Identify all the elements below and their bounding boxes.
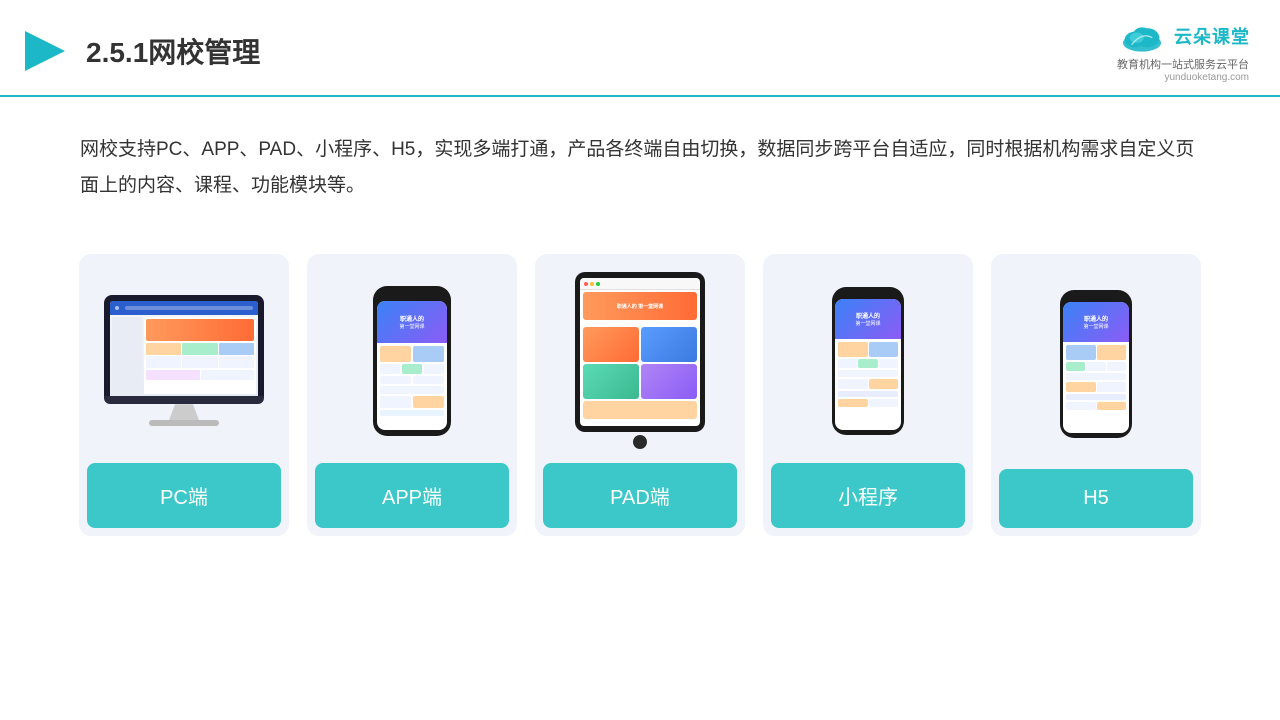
cloud-icon — [1116, 18, 1168, 54]
card-h5-label: H5 — [999, 469, 1193, 528]
card-pc: PC端 — [79, 254, 289, 536]
header: 2.5.1网校管理 云朵课堂 教育机构一站式服务云平台 yunduoketang… — [0, 0, 1280, 97]
page-title: 2.5.1网校管理 — [86, 31, 260, 71]
card-pc-label: PC端 — [87, 463, 281, 528]
card-app-label: APP端 — [315, 463, 509, 528]
phone-mockup-mini: 职通人的 第一堂网课 — [832, 287, 904, 435]
card-pad-label: PAD端 — [543, 463, 737, 528]
header-left: 2.5.1网校管理 — [20, 26, 260, 76]
card-miniprogram-image: 职通人的 第一堂网课 — [763, 254, 973, 463]
logo-cloud: 云朵课堂 — [1116, 18, 1250, 54]
card-app-image: 职通人的 第一堂网课 — [307, 254, 517, 463]
logo-text-cn: 云朵课堂 — [1174, 23, 1250, 49]
card-h5-image: 职通人的 第一堂网课 — [991, 254, 1201, 469]
card-miniprogram: 职通人的 第一堂网课 — [763, 254, 973, 536]
logo-tagline: 教育机构一站式服务云平台 — [1117, 56, 1249, 72]
pc-mockup — [104, 295, 264, 426]
logo-area: 云朵课堂 教育机构一站式服务云平台 yunduoketang.com — [1116, 18, 1250, 83]
description-text: 网校支持PC、APP、PAD、小程序、H5，实现多端打通，产品各终端自由切换，数… — [0, 97, 1280, 224]
card-miniprogram-label: 小程序 — [771, 463, 965, 528]
cards-container: PC端 职通人的 第一堂网课 — [0, 224, 1280, 566]
phone-mockup-app: 职通人的 第一堂网课 — [373, 286, 451, 436]
card-pad-image: 职通人的 第一堂网课 — [535, 254, 745, 463]
card-h5: 职通人的 第一堂网课 — [991, 254, 1201, 536]
card-app: 职通人的 第一堂网课 — [307, 254, 517, 536]
logo-url: yunduoketang.com — [1164, 72, 1249, 83]
phone-mockup-h5: 职通人的 第一堂网课 — [1060, 290, 1132, 438]
card-pc-image — [79, 254, 289, 463]
card-pad: 职通人的 第一堂网课 PAD端 — [535, 254, 745, 536]
ipad-mockup: 职通人的 第一堂网课 — [575, 272, 705, 449]
play-icon — [20, 26, 70, 76]
